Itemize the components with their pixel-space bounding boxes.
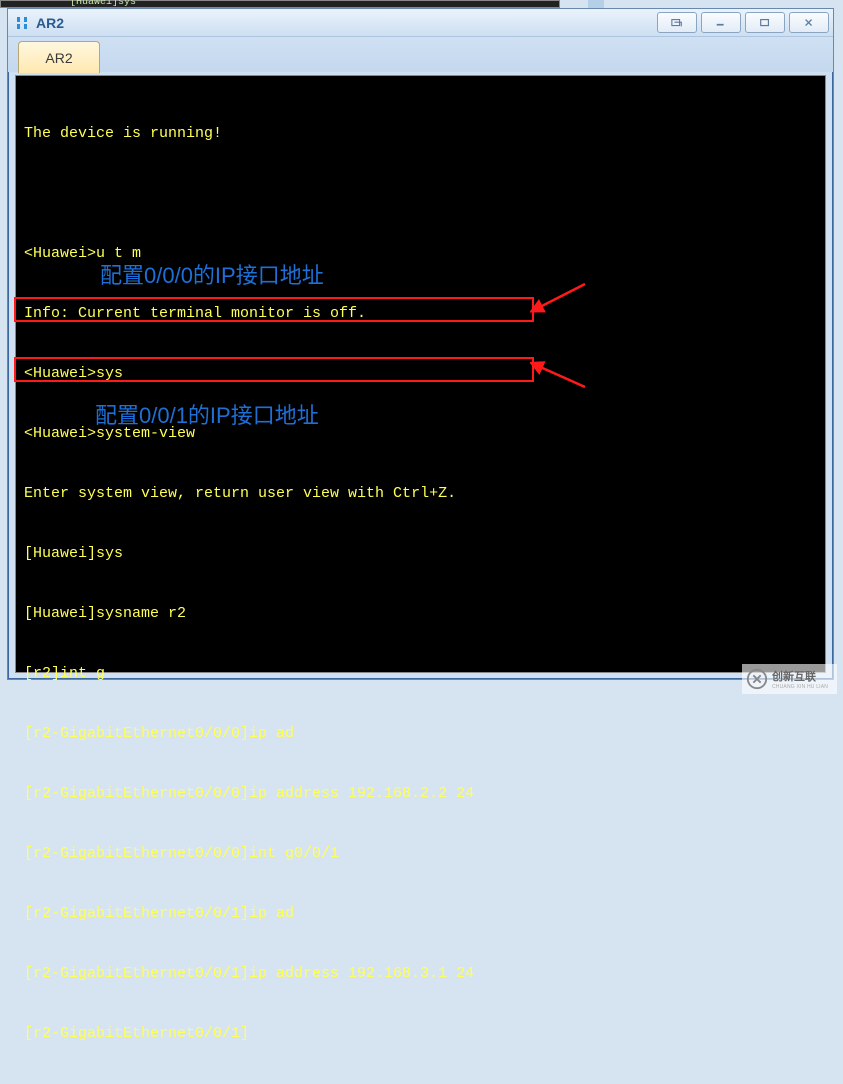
term-line: <Huawei>u t m bbox=[24, 244, 817, 264]
close-button[interactable] bbox=[789, 12, 829, 33]
window-controls bbox=[657, 12, 829, 33]
window-title: AR2 bbox=[36, 15, 64, 31]
watermark-text: 创新互联 CHUANG XIN HU LIAN bbox=[772, 668, 828, 690]
watermark-sub: CHUANG XIN HU LIAN bbox=[772, 684, 828, 690]
term-line: [r2-GigabitEthernet0/0/1] bbox=[24, 1024, 817, 1044]
watermark: 创新互联 CHUANG XIN HU LIAN bbox=[742, 664, 837, 694]
term-line: [Huawei]sys bbox=[24, 544, 817, 564]
tab-row: AR2 bbox=[8, 37, 833, 72]
terminal[interactable]: The device is running! <Huawei>u t m Inf… bbox=[15, 75, 826, 673]
term-line: [r2]int g bbox=[24, 664, 817, 684]
term-line: Enter system view, return user view with… bbox=[24, 484, 817, 504]
app-window: AR2 AR2 The device is running! <Huawei>u… bbox=[7, 8, 834, 680]
term-line: [r2-GigabitEthernet0/0/1]ip address 192.… bbox=[24, 964, 817, 984]
watermark-icon bbox=[746, 668, 768, 690]
window-extra-button[interactable] bbox=[657, 12, 697, 33]
term-line: [r2-GigabitEthernet0/0/1]ip ad bbox=[24, 904, 817, 924]
titlebar: AR2 bbox=[8, 9, 833, 37]
top-strip-text: [Huawei]sys bbox=[70, 0, 136, 8]
tab-ar2[interactable]: AR2 bbox=[18, 41, 100, 73]
term-line: The device is running! bbox=[24, 124, 817, 144]
maximize-button[interactable] bbox=[745, 12, 785, 33]
term-line: <Huawei>sys bbox=[24, 364, 817, 384]
term-line: [r2-GigabitEthernet0/0/0]int g0/0/1 bbox=[24, 844, 817, 864]
term-line bbox=[24, 184, 817, 204]
term-line: <Huawei>system-view bbox=[24, 424, 817, 444]
term-line: [r2-GigabitEthernet0/0/0]ip ad bbox=[24, 724, 817, 744]
term-line: [r2-GigabitEthernet0/0/0]ip address 192.… bbox=[24, 784, 817, 804]
watermark-brand: 创新互联 bbox=[772, 668, 828, 684]
minimize-button[interactable] bbox=[701, 12, 741, 33]
term-line: Info: Current terminal monitor is off. bbox=[24, 304, 817, 324]
top-icon-fragment bbox=[588, 0, 604, 8]
app-icon bbox=[14, 15, 30, 31]
top-strip: [Huawei]sys bbox=[0, 0, 843, 8]
term-line: [Huawei]sysname r2 bbox=[24, 604, 817, 624]
tab-label: AR2 bbox=[45, 50, 72, 66]
